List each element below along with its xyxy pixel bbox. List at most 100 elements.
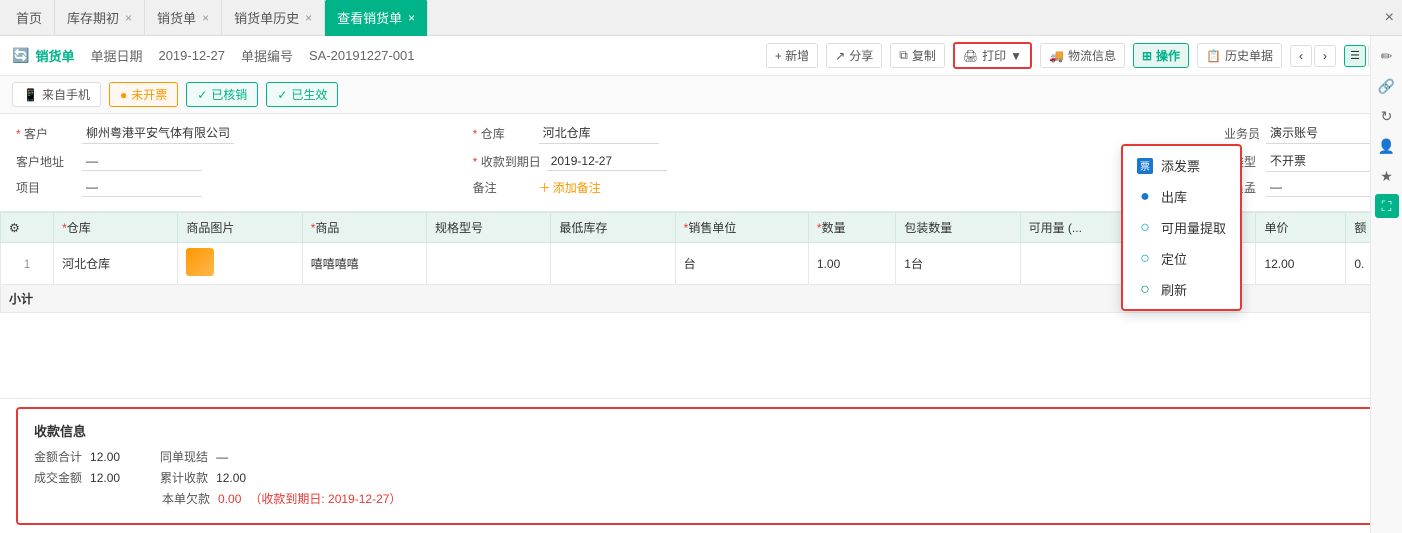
tab-sales-close[interactable]: × <box>202 11 209 25</box>
current-owed-label: 本单欠款 <box>162 490 210 507</box>
sidebar-edit-icon[interactable]: ✏ <box>1375 44 1399 68</box>
date-label: 单据日期 <box>90 46 142 65</box>
sidebar-user-icon[interactable]: 👤 <box>1375 134 1399 158</box>
warehouse-value: 河北仓库 <box>539 122 659 144</box>
main-content: 🔄 销货单 单据日期 2019-12-27 单据编号 SA-20191227-0… <box>0 36 1402 533</box>
date-value: 2019-12-27 <box>158 48 225 63</box>
add-invoice-icon: 票 <box>1137 158 1153 174</box>
address-field: 客户地址 — <box>16 152 473 171</box>
tab-inventory[interactable]: 库存期初 × <box>55 0 145 36</box>
history-icon: 📋 <box>1206 49 1221 63</box>
unopened-button[interactable]: ● 未开票 <box>109 82 178 107</box>
print-button[interactable]: 🖨 打印 ▼ <box>953 42 1032 69</box>
note-label: 备注 <box>473 179 533 196</box>
staff2-value: — <box>1266 178 1386 197</box>
sidebar-star-icon[interactable]: ★ <box>1375 164 1399 188</box>
tab-sales-history-close[interactable]: × <box>305 11 312 25</box>
ticket-type-value: 不开票 <box>1266 150 1386 172</box>
same-order-label: 同单现结 <box>160 448 208 465</box>
payment-info-row-3: 本单欠款 0.00 （收款到期日: 2019-12-27） <box>34 490 1368 507</box>
customer-label: 客户 <box>16 125 76 142</box>
warehouse-field: 仓库 河北仓库 <box>473 122 930 144</box>
transaction-amount-item: 成交金额 12.00 <box>34 469 120 486</box>
share-icon: ↗ <box>835 49 845 63</box>
staff-label: 业务员 <box>1224 125 1260 142</box>
sidebar-expand-icon[interactable]: ⛶ <box>1375 194 1399 218</box>
list-view-button[interactable]: ☰ <box>1344 45 1366 67</box>
share-button[interactable]: ↗ 分享 <box>826 43 882 68</box>
due-date-text: （收款到期日: 2019-12-27） <box>249 490 401 507</box>
note-field: 备注 ＋ 添加备注 <box>473 179 930 196</box>
row-settings[interactable]: 1 <box>1 243 54 285</box>
locate-item[interactable]: ○ 定位 <box>1123 243 1240 274</box>
confirm-button[interactable]: ✓ 已核销 <box>186 82 258 107</box>
outbound-item[interactable]: ● 出库 <box>1123 181 1240 212</box>
customer-field: 客户 柳州粤港平安气体有限公司 <box>16 122 473 144</box>
col-unit-price: 单价 <box>1256 213 1346 243</box>
print-icon: 🖨 <box>963 49 978 63</box>
next-button[interactable]: › <box>1314 45 1336 67</box>
payment-info-title: 收款信息 <box>34 421 1368 440</box>
locate-icon: ○ <box>1137 251 1153 267</box>
refresh-item[interactable]: ○ 刷新 <box>1123 274 1240 305</box>
current-owed-value: 0.00 <box>218 492 241 506</box>
tab-sales-history[interactable]: 销货单历史 × <box>222 0 325 36</box>
toolbar: + 新增 ↗ 分享 ⧉ 复制 🖨 打印 ▼ 🚚 物流信息 ⊞ 操作 <box>766 42 1390 69</box>
refresh-icon: ○ <box>1137 282 1153 298</box>
check-icon: ✓ <box>197 88 207 102</box>
outbound-label: 出库 <box>1161 187 1187 206</box>
history-button[interactable]: 📋 历史单据 <box>1197 43 1282 68</box>
transaction-amount-label: 成交金额 <box>34 469 82 486</box>
available-qty-item[interactable]: ○ 可用量提取 <box>1123 212 1240 243</box>
plus-icon: ＋ <box>539 179 551 196</box>
cumulative-payment-label: 累计收款 <box>160 469 208 486</box>
doc-meta: 单据日期 2019-12-27 单据编号 SA-20191227-001 <box>90 46 749 65</box>
copy-button[interactable]: ⧉ 复制 <box>890 43 945 68</box>
prev-button[interactable]: ‹ <box>1290 45 1312 67</box>
row-spec <box>427 243 551 285</box>
new-button[interactable]: + 新增 <box>766 43 818 68</box>
logistics-button[interactable]: 🚚 物流信息 <box>1040 43 1125 68</box>
ops-dropdown: 票 添发票 ● 出库 ○ 可用量提取 ○ 定位 ○ 刷新 <box>1121 144 1242 311</box>
ops-icon: ⊞ <box>1142 49 1152 63</box>
warehouse-label: 仓库 <box>473 125 533 142</box>
effective-icon: ✓ <box>277 88 287 102</box>
doc-title: 🔄 销货单 <box>12 46 74 65</box>
total-amount-label: 金额合计 <box>34 448 82 465</box>
tab-view-sales[interactable]: 查看销货单 × <box>325 0 428 36</box>
tab-view-sales-close[interactable]: × <box>408 11 415 25</box>
sidebar-refresh-icon[interactable]: ↻ <box>1375 104 1399 128</box>
current-owed-item: 本单欠款 0.00 （收款到期日: 2019-12-27） <box>162 490 401 507</box>
add-invoice-label: 添发票 <box>1161 156 1200 175</box>
total-amount-item: 金额合计 12.00 <box>34 448 120 465</box>
row-product: 嘻嘻嘻嘻 <box>302 243 426 285</box>
available-qty-label: 可用量提取 <box>1161 218 1226 237</box>
available-qty-icon: ○ <box>1137 220 1153 236</box>
row-product-img <box>178 243 302 285</box>
col-min-stock: 最低库存 <box>551 213 675 243</box>
project-label: 项目 <box>16 179 76 196</box>
sales-order-icon: 🔄 <box>12 47 29 64</box>
col-product-img: 商品图片 <box>178 213 302 243</box>
add-invoice-item[interactable]: 票 添发票 <box>1123 150 1240 181</box>
effective-button[interactable]: ✓ 已生效 <box>266 82 338 107</box>
number-label: 单据编号 <box>241 46 293 65</box>
logistics-icon: 🚚 <box>1049 49 1064 63</box>
action-row: 📱 来自手机 ● 未开票 ✓ 已核销 ✓ 已生效 <box>0 76 1402 114</box>
staff-field: 业务员 演示账号 <box>929 122 1386 144</box>
add-note-button[interactable]: ＋ 添加备注 <box>539 179 601 196</box>
from-mobile-button[interactable]: 📱 来自手机 <box>12 82 101 107</box>
col-settings[interactable]: ⚙ <box>1 213 54 243</box>
same-order-item: 同单现结 — <box>160 448 228 465</box>
ops-button[interactable]: ⊞ 操作 <box>1133 43 1189 68</box>
tab-inventory-close[interactable]: × <box>125 11 132 25</box>
product-image <box>186 248 214 276</box>
window-close-button[interactable]: × <box>1385 9 1394 27</box>
doc-header: 🔄 销货单 单据日期 2019-12-27 单据编号 SA-20191227-0… <box>0 36 1402 76</box>
sidebar-link-icon[interactable]: 🔗 <box>1375 74 1399 98</box>
row-quantity: 1.00 <box>808 243 895 285</box>
total-amount-value: 12.00 <box>90 450 120 464</box>
tab-home[interactable]: 首页 <box>8 0 55 36</box>
staff-value: 演示账号 <box>1266 122 1386 144</box>
tab-sales[interactable]: 销货单 × <box>145 0 222 36</box>
